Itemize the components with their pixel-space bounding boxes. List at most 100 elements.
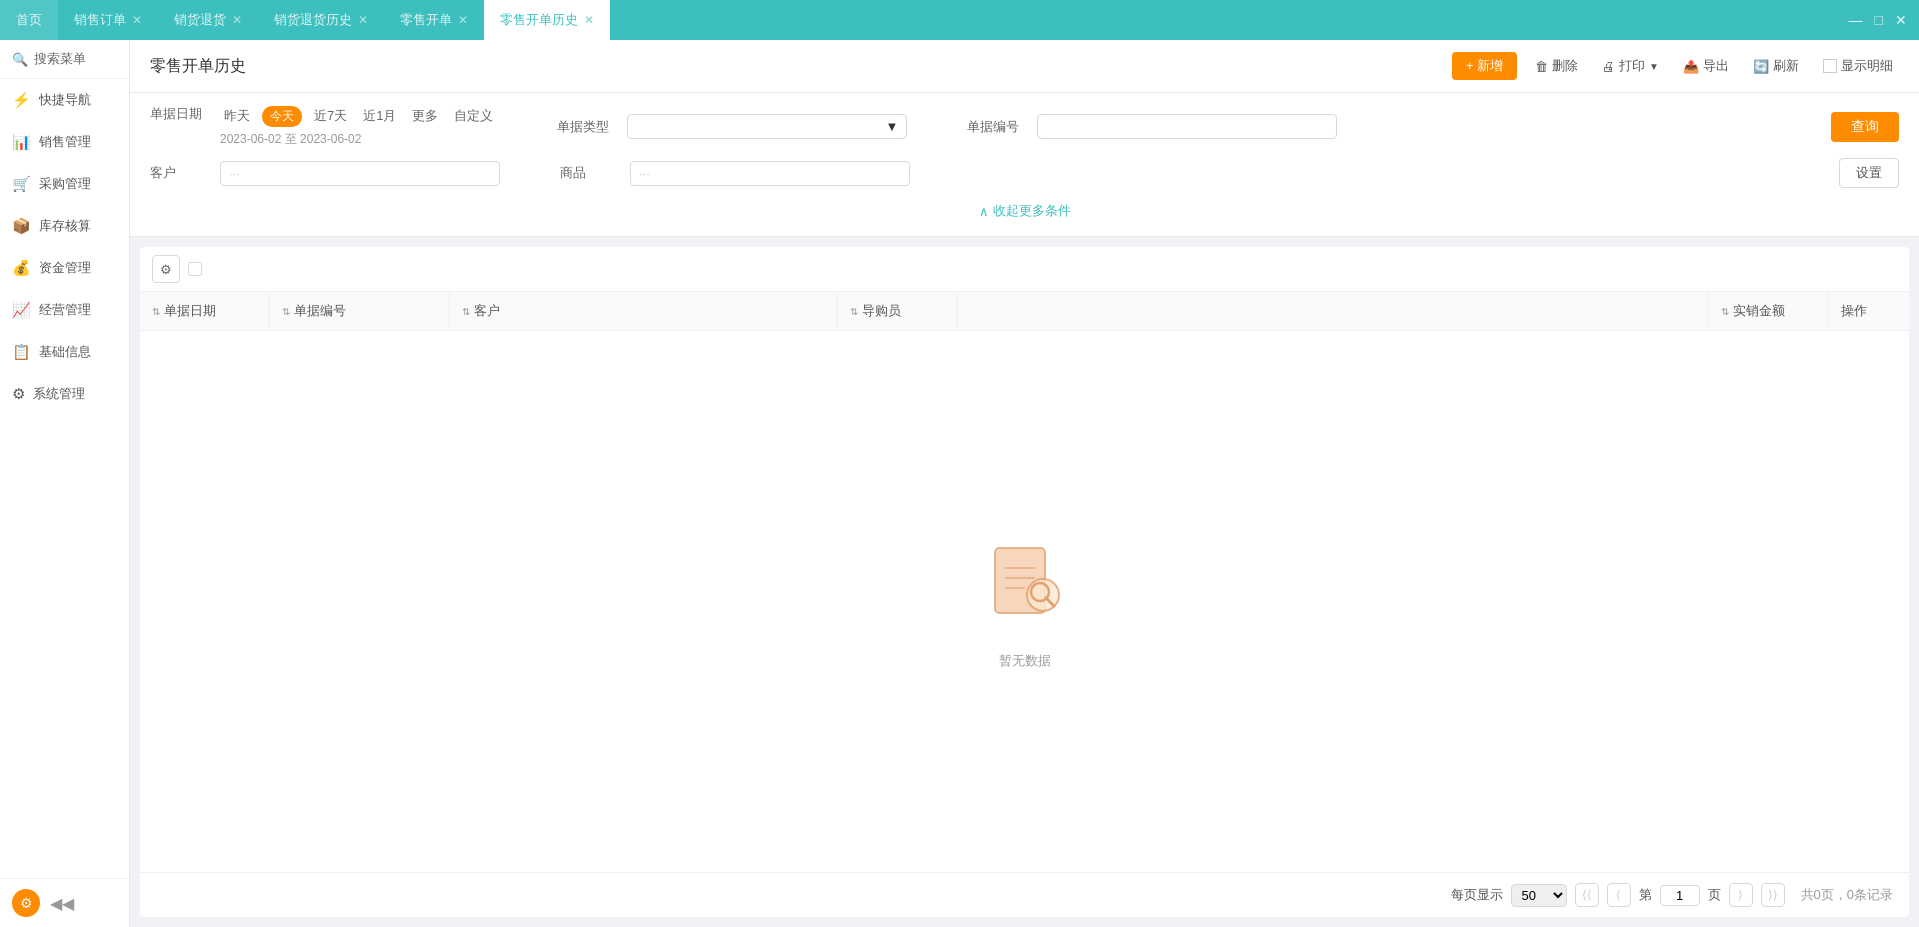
sidebar-label-purchase-mgmt: 采购管理 — [39, 175, 91, 193]
page-number-input[interactable] — [1660, 885, 1700, 906]
tab-close-retail-open[interactable]: ✕ — [458, 13, 468, 27]
per-page-label: 每页显示 — [1451, 886, 1503, 904]
sidebar-icon-sys-mgmt: ⚙ — [12, 385, 25, 403]
goods-filter-input[interactable]: ··· — [630, 161, 910, 186]
page-prefix-label: 第 — [1639, 886, 1652, 904]
sidebar-icon-inventory: 📦 — [12, 217, 31, 235]
minimize-btn[interactable]: — — [1849, 12, 1863, 28]
date-opt-custom[interactable]: 自定义 — [450, 105, 497, 127]
filter-settings-button[interactable]: 设置 — [1839, 158, 1899, 188]
tab-retail-open[interactable]: 零售开单✕ — [384, 0, 484, 40]
sidebar-item-sales-mgmt[interactable]: 📊 销售管理 — [0, 121, 129, 163]
empty-text: 暂无数据 — [999, 652, 1051, 670]
refresh-button[interactable]: 🔄 刷新 — [1747, 53, 1805, 79]
sidebar-icon-base-info: 📋 — [12, 343, 31, 361]
display-detail-button[interactable]: 显示明细 — [1817, 53, 1899, 79]
settings-btn[interactable]: ⚙ — [12, 889, 40, 917]
date-opt-last7[interactable]: 近7天 — [310, 105, 351, 127]
tab-close-retail-history[interactable]: ✕ — [584, 13, 594, 27]
tab-retail-history[interactable]: 零售开单历史✕ — [484, 0, 610, 40]
empty-icon — [975, 533, 1075, 636]
close-btn[interactable]: ✕ — [1895, 12, 1907, 28]
sidebar-label-base-info: 基础信息 — [39, 343, 91, 361]
sidebar-icon-business: 📈 — [12, 301, 31, 319]
total-info: 共0页，0条记录 — [1801, 886, 1893, 904]
sidebar-item-business[interactable]: 📈 经营管理 — [0, 289, 129, 331]
sort-customer-icon[interactable]: ⇅ — [462, 306, 470, 317]
next-page-btn[interactable]: ⟩ — [1729, 883, 1753, 907]
date-opt-today[interactable]: 今天 — [262, 106, 302, 127]
table-settings-btn[interactable]: ⚙ — [152, 255, 180, 283]
export-icon: 📤 — [1683, 59, 1699, 74]
pagination: 每页显示 50 10 20 100 ⟨⟨ ⟨ 第 页 ⟩ ⟩⟩ 共0页，0条记录 — [140, 872, 1909, 917]
customer-filter-input[interactable]: ··· — [220, 161, 500, 186]
th-action: 操作 — [1829, 292, 1909, 330]
content-area: 零售开单历史 + 新增 🗑 删除 🖨 打印 ▼ 📤 导出 🔄 — [130, 40, 1919, 927]
sidebar-item-sys-mgmt[interactable]: ⚙ 系统管理 — [0, 373, 129, 415]
date-options: 昨天 今天 近7天 近1月 更多 自定义 — [220, 105, 497, 127]
maximize-btn[interactable]: □ — [1875, 12, 1883, 28]
sort-no-icon[interactable]: ⇅ — [282, 306, 290, 317]
table-area: ⚙ ⇅ 单据日期 ⇅ 单据编号 ⇅ 客户 ⇅ 导购员 — [140, 247, 1909, 917]
last-page-btn[interactable]: ⟩⟩ — [1761, 883, 1785, 907]
sidebar-item-finance[interactable]: 💰 资金管理 — [0, 247, 129, 289]
tab-close-sales-order[interactable]: ✕ — [132, 13, 142, 27]
tab-sales-return[interactable]: 销货退货✕ — [158, 0, 258, 40]
sidebar-icon-finance: 💰 — [12, 259, 31, 277]
query-button[interactable]: 查询 — [1831, 112, 1899, 142]
th-no: ⇅ 单据编号 — [270, 292, 450, 330]
tab-close-sales-return[interactable]: ✕ — [232, 13, 242, 27]
table-header: ⇅ 单据日期 ⇅ 单据编号 ⇅ 客户 ⇅ 导购员 ⇅ 实销 — [140, 292, 1909, 331]
th-middle — [958, 292, 1709, 330]
type-filter-select[interactable]: ▼ — [627, 114, 907, 139]
type-filter-label: 单据类型 — [557, 118, 617, 136]
refresh-icon: 🔄 — [1753, 59, 1769, 74]
add-button[interactable]: + 新增 — [1452, 52, 1517, 80]
sidebar-label-finance: 资金管理 — [39, 259, 91, 277]
first-page-btn[interactable]: ⟨⟨ — [1575, 883, 1599, 907]
sort-date-icon[interactable]: ⇅ — [152, 306, 160, 317]
select-all-checkbox[interactable] — [188, 262, 202, 276]
page-suffix-label: 页 — [1708, 886, 1721, 904]
per-page-select[interactable]: 50 10 20 100 — [1511, 884, 1567, 907]
delete-icon: 🗑 — [1535, 59, 1548, 74]
tab-bar: 首页销售订单✕销货退货✕销货退货历史✕零售开单✕零售开单历史✕ — □ ✕ — [0, 0, 1919, 40]
type-select-arrow: ▼ — [886, 119, 899, 134]
export-button[interactable]: 📤 导出 — [1677, 53, 1735, 79]
sidebar: 🔍 搜索菜单 ⚡ 快捷导航 📊 销售管理 🛒 采购管理 📦 库存核算 💰 资金管… — [0, 40, 130, 927]
tab-home[interactable]: 首页 — [0, 0, 58, 40]
tab-sales-return-history[interactable]: 销货退货历史✕ — [258, 0, 384, 40]
tab-close-sales-return-history[interactable]: ✕ — [358, 13, 368, 27]
print-icon: 🖨 — [1602, 59, 1615, 74]
date-opt-yesterday[interactable]: 昨天 — [220, 105, 254, 127]
sidebar-item-base-info[interactable]: 📋 基础信息 — [0, 331, 129, 373]
print-dropdown-icon: ▼ — [1649, 61, 1659, 72]
toolbar: + 新增 🗑 删除 🖨 打印 ▼ 📤 导出 🔄 刷新 — [1452, 52, 1899, 80]
sort-amount-icon[interactable]: ⇅ — [1721, 306, 1729, 317]
print-button[interactable]: 🖨 打印 ▼ — [1596, 53, 1665, 79]
sidebar-collapse-btn[interactable]: ◀◀ — [50, 894, 74, 913]
sidebar-item-purchase-mgmt[interactable]: 🛒 采购管理 — [0, 163, 129, 205]
page-title: 零售开单历史 — [150, 56, 246, 77]
empty-state: 暂无数据 — [140, 331, 1909, 872]
search-icon: 🔍 — [12, 52, 28, 67]
sidebar-label-business: 经营管理 — [39, 301, 91, 319]
sidebar-label-sales-mgmt: 销售管理 — [39, 133, 91, 151]
goods-filter-label: 商品 — [560, 164, 620, 182]
sidebar-search[interactable]: 🔍 搜索菜单 — [0, 40, 129, 79]
sidebar-item-inventory[interactable]: 📦 库存核算 — [0, 205, 129, 247]
date-range-text: 2023-06-02 至 2023-06-02 — [220, 131, 497, 148]
collapse-filter-btn[interactable]: ∧ 收起更多条件 — [150, 198, 1899, 224]
th-guide: ⇅ 导购员 — [838, 292, 958, 330]
sort-guide-icon[interactable]: ⇅ — [850, 306, 858, 317]
sidebar-icon-sales-mgmt: 📊 — [12, 133, 31, 151]
collapse-up-icon: ∧ — [979, 204, 989, 219]
date-opt-more[interactable]: 更多 — [408, 105, 442, 127]
no-filter-input[interactable] — [1037, 114, 1337, 139]
date-opt-last1m[interactable]: 近1月 — [359, 105, 400, 127]
sidebar-label-quick-nav: 快捷导航 — [39, 91, 91, 109]
tab-sales-order[interactable]: 销售订单✕ — [58, 0, 158, 40]
delete-button[interactable]: 🗑 删除 — [1529, 53, 1584, 79]
sidebar-item-quick-nav[interactable]: ⚡ 快捷导航 — [0, 79, 129, 121]
prev-page-btn[interactable]: ⟨ — [1607, 883, 1631, 907]
